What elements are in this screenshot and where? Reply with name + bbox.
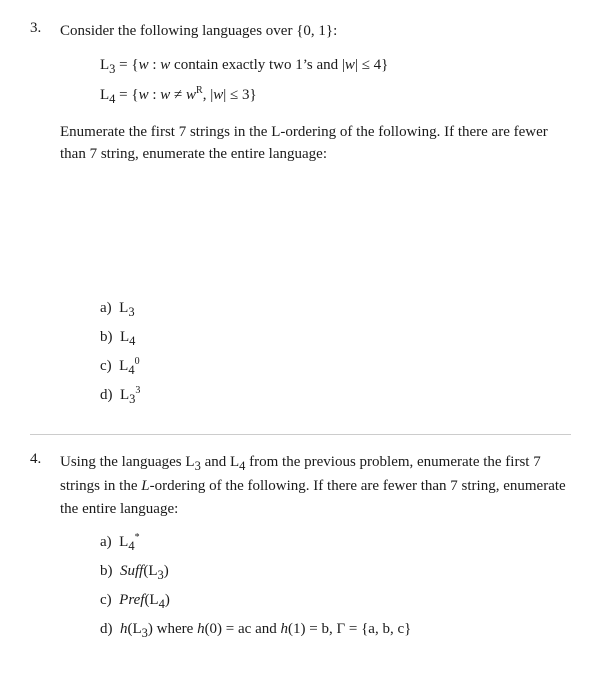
problem-3-enumerate: Enumerate the first 7 strings in the L-o… <box>60 121 571 166</box>
problem-4: 4. Using the languages L3 and L4 from th… <box>30 451 571 647</box>
part-3a: a) L3 <box>100 296 571 322</box>
problem-4-number: 4. <box>30 451 60 468</box>
part-4d: d) h(L3) where h(0) = ac and h(1) = b, Γ… <box>100 617 571 643</box>
part-4a: a) L4* <box>100 530 571 556</box>
section-divider <box>30 434 571 435</box>
problem-3-number: 3. <box>30 20 60 37</box>
problem-3: 3. Consider the following languages over… <box>30 20 571 412</box>
part-4b: b) Suff(L3) <box>100 559 571 585</box>
part-3d: d) L33 <box>100 383 571 409</box>
part-4c: c) Pref(L4) <box>100 588 571 614</box>
part-3c: c) L40 <box>100 354 571 380</box>
language-def-l4: L4 = {w : w ≠ wR, |w| ≤ 3} <box>100 83 571 109</box>
part-3b: b) L4 <box>100 325 571 351</box>
problem-3-parts: a) L3 b) L4 c) L40 d) L33 <box>100 296 571 409</box>
problem-3-answer-space <box>60 176 571 296</box>
problem-4-parts: a) L4* b) Suff(L3) c) Pref(L4) d) h(L3) … <box>100 530 571 643</box>
language-def-l3: L3 = {w : w contain exactly two 1’s and … <box>100 53 571 79</box>
problem-3-intro: Consider the following languages over {0… <box>60 20 571 43</box>
problem-4-intro: Using the languages L3 and L4 from the p… <box>60 451 571 521</box>
